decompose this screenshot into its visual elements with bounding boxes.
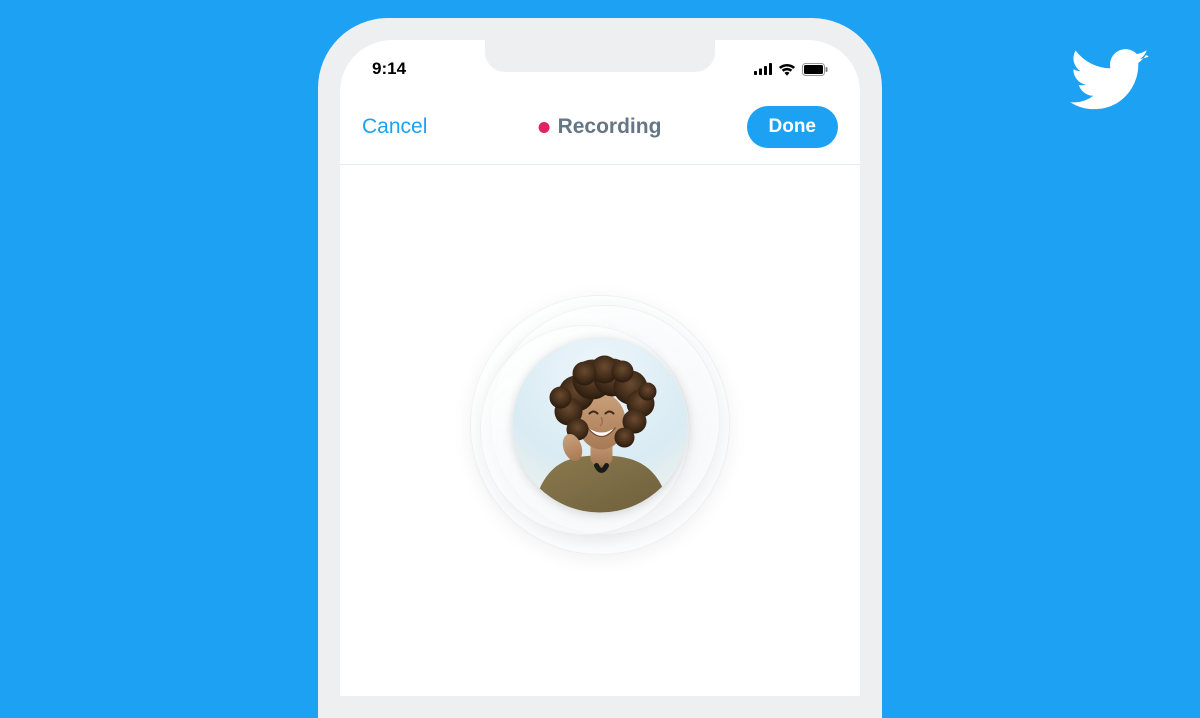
twitter-bird-icon [1070,40,1150,120]
cellular-signal-icon [754,62,772,76]
status-time: 9:14 [372,59,406,79]
recording-status: Recording [539,115,662,139]
battery-full-icon [802,63,828,76]
phone-frame: 9:14 Cancel Recording Done [318,18,882,718]
status-indicators [754,62,828,76]
recording-content [340,165,860,555]
phone-screen: 9:14 Cancel Recording Done [340,40,860,696]
avatar-pulse-wrap [470,295,730,555]
nav-title: Recording [558,115,662,139]
profile-avatar [513,338,688,513]
recording-dot-icon [539,122,550,133]
done-button[interactable]: Done [747,106,839,148]
nav-bar: Cancel Recording Done [340,84,860,165]
phone-notch [485,40,715,72]
cancel-button[interactable]: Cancel [362,115,427,139]
wifi-icon [778,62,796,76]
